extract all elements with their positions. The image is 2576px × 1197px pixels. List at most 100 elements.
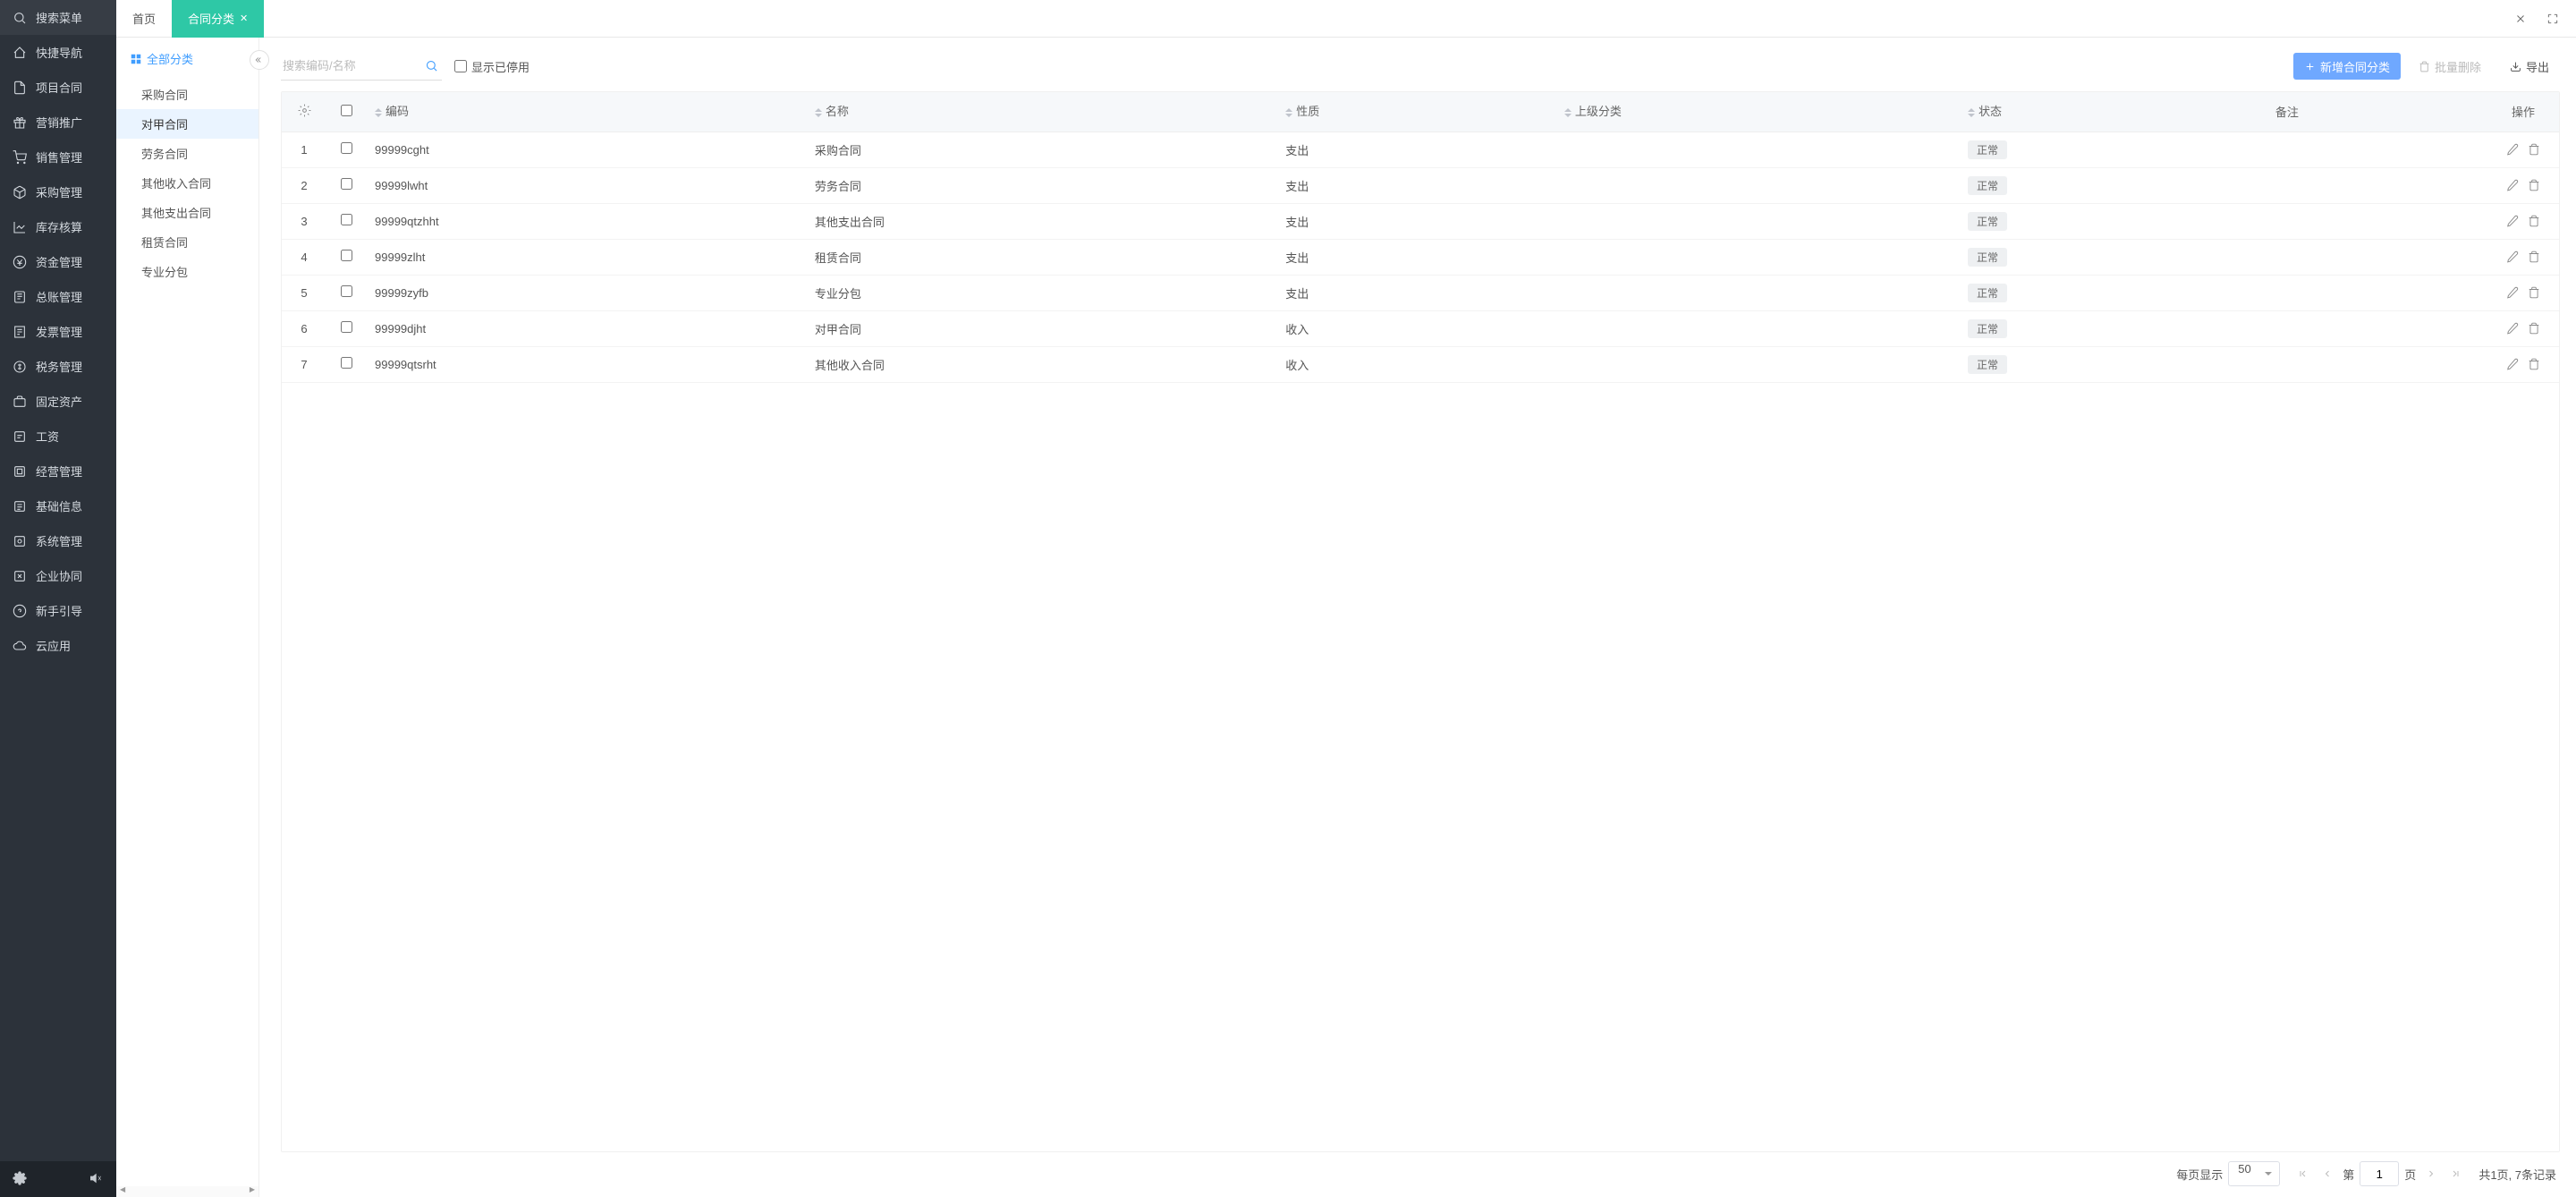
sidebar-item-1[interactable]: 快捷导航 [0,35,116,70]
edit-icon[interactable] [2506,143,2519,156]
page-first-button[interactable] [2292,1164,2312,1184]
edit-icon[interactable] [2506,286,2519,299]
delete-icon[interactable] [2528,286,2540,299]
tree-root[interactable]: 全部分类 [116,38,258,80]
tree-item-6[interactable]: 专业分包 [116,257,258,286]
cell-status: 正常 [1959,167,2267,203]
data-table-wrapper: 编码 名称 性质 上级分类 状态 备注 操作 199999cght采购合同支出正… [281,91,2560,1152]
sound-icon[interactable] [89,1171,104,1188]
delete-icon[interactable] [2528,179,2540,191]
sidebar-item-18[interactable]: 云应用 [0,628,116,663]
sidebar-item-label: 项目合同 [36,79,82,96]
edit-icon[interactable] [2506,322,2519,335]
export-label: 导出 [2526,58,2549,75]
sidebar-item-15[interactable]: 系统管理 [0,523,116,558]
delete-icon[interactable] [2528,143,2540,156]
tab-contract-category[interactable]: 合同分类 ✕ [172,0,264,38]
column-code[interactable]: 编码 [366,92,806,132]
column-status[interactable]: 状态 [1959,92,2267,132]
delete-icon[interactable] [2528,215,2540,227]
tab-close-all-button[interactable] [2506,4,2535,33]
cell-code: 99999lwht [366,167,806,203]
search-input[interactable] [281,52,442,81]
search-icon[interactable] [425,59,438,75]
row-checkbox[interactable] [341,250,352,261]
sidebar-item-0[interactable]: 搜索菜单 [0,0,116,35]
tab-close-icon[interactable]: ✕ [240,13,248,24]
tree-item-3[interactable]: 其他收入合同 [116,168,258,198]
show-disabled-input[interactable] [454,60,467,72]
page-input[interactable] [2360,1161,2399,1186]
sidebar-item-8[interactable]: 总账管理 [0,279,116,314]
tax-icon [13,360,27,374]
edit-icon[interactable] [2506,215,2519,227]
tab-home[interactable]: 首页 [116,0,172,38]
row-checkbox[interactable] [341,285,352,297]
tree-horizontal-scrollbar[interactable] [116,1186,258,1197]
sidebar-item-7[interactable]: 资金管理 [0,244,116,279]
batch-delete-button[interactable]: 批量删除 [2408,53,2492,80]
settings-icon[interactable] [13,1171,27,1188]
tree-item-5[interactable]: 租赁合同 [116,227,258,257]
row-checkbox[interactable] [341,357,352,369]
sidebar-item-label: 经营管理 [36,463,82,480]
row-checkbox[interactable] [341,214,352,225]
delete-icon[interactable] [2528,322,2540,335]
cell-parent [1555,167,1959,203]
sidebar-item-10[interactable]: 税务管理 [0,349,116,384]
sidebar-item-9[interactable]: 发票管理 [0,314,116,349]
tree-item-4[interactable]: 其他支出合同 [116,198,258,227]
sidebar-item-label: 基础信息 [36,497,82,514]
delete-icon[interactable] [2528,358,2540,370]
tree-item-1[interactable]: 对甲合同 [116,109,258,139]
tree-item-2[interactable]: 劳务合同 [116,139,258,168]
sidebar-item-14[interactable]: 基础信息 [0,488,116,523]
search-box [281,52,442,81]
edit-icon[interactable] [2506,179,2519,191]
row-checkbox[interactable] [341,178,352,190]
sidebar-item-label: 快捷导航 [36,44,82,61]
tree-root-label: 全部分类 [147,50,193,67]
table-row: 699999djht对甲合同收入正常 [282,310,2559,346]
sidebar-item-5[interactable]: 采购管理 [0,174,116,209]
page-last-button[interactable] [2446,1164,2466,1184]
cell-status: 正常 [1959,275,2267,310]
cell-parent [1555,239,1959,275]
row-checkbox[interactable] [341,321,352,333]
add-button[interactable]: 新增合同分类 [2293,53,2401,80]
export-button[interactable]: 导出 [2499,53,2560,80]
page-prefix: 第 [2343,1166,2354,1183]
sidebar-item-6[interactable]: 库存核算 [0,209,116,244]
page-suffix: 页 [2404,1166,2416,1183]
sidebar-item-3[interactable]: 营销推广 [0,105,116,140]
sidebar-item-11[interactable]: 固定资产 [0,384,116,419]
sidebar-item-13[interactable]: 经营管理 [0,454,116,488]
sidebar-item-17[interactable]: 新手引导 [0,593,116,628]
column-nature[interactable]: 性质 [1276,92,1555,132]
batch-delete-label: 批量删除 [2435,58,2481,75]
sidebar-item-label: 总账管理 [36,288,82,305]
page-prev-button[interactable] [2318,1164,2337,1184]
edit-icon[interactable] [2506,358,2519,370]
column-parent[interactable]: 上级分类 [1555,92,1959,132]
tree-collapse-handle[interactable] [250,50,269,70]
row-checkbox[interactable] [341,142,352,154]
column-name[interactable]: 名称 [806,92,1276,132]
sidebar-item-2[interactable]: 项目合同 [0,70,116,105]
sidebar-item-16[interactable]: 企业协同 [0,558,116,593]
show-disabled-checkbox[interactable]: 显示已停用 [454,58,530,75]
select-all-header[interactable] [326,92,366,132]
sidebar-item-4[interactable]: 销售管理 [0,140,116,174]
table-row: 799999qtsrht其他收入合同收入正常 [282,346,2559,382]
page-next-button[interactable] [2421,1164,2441,1184]
cell-status: 正常 [1959,310,2267,346]
cell-code: 99999zlht [366,239,806,275]
delete-icon[interactable] [2528,250,2540,263]
tree-item-0[interactable]: 采购合同 [116,80,258,109]
sidebar-item-12[interactable]: 工资 [0,419,116,454]
edit-icon[interactable] [2506,250,2519,263]
column-settings-header[interactable] [282,92,326,132]
fullscreen-button[interactable] [2538,4,2567,33]
toolbar: 显示已停用 新增合同分类 批量删除 导出 [281,52,2560,81]
per-page-select[interactable]: 50 [2228,1161,2280,1186]
